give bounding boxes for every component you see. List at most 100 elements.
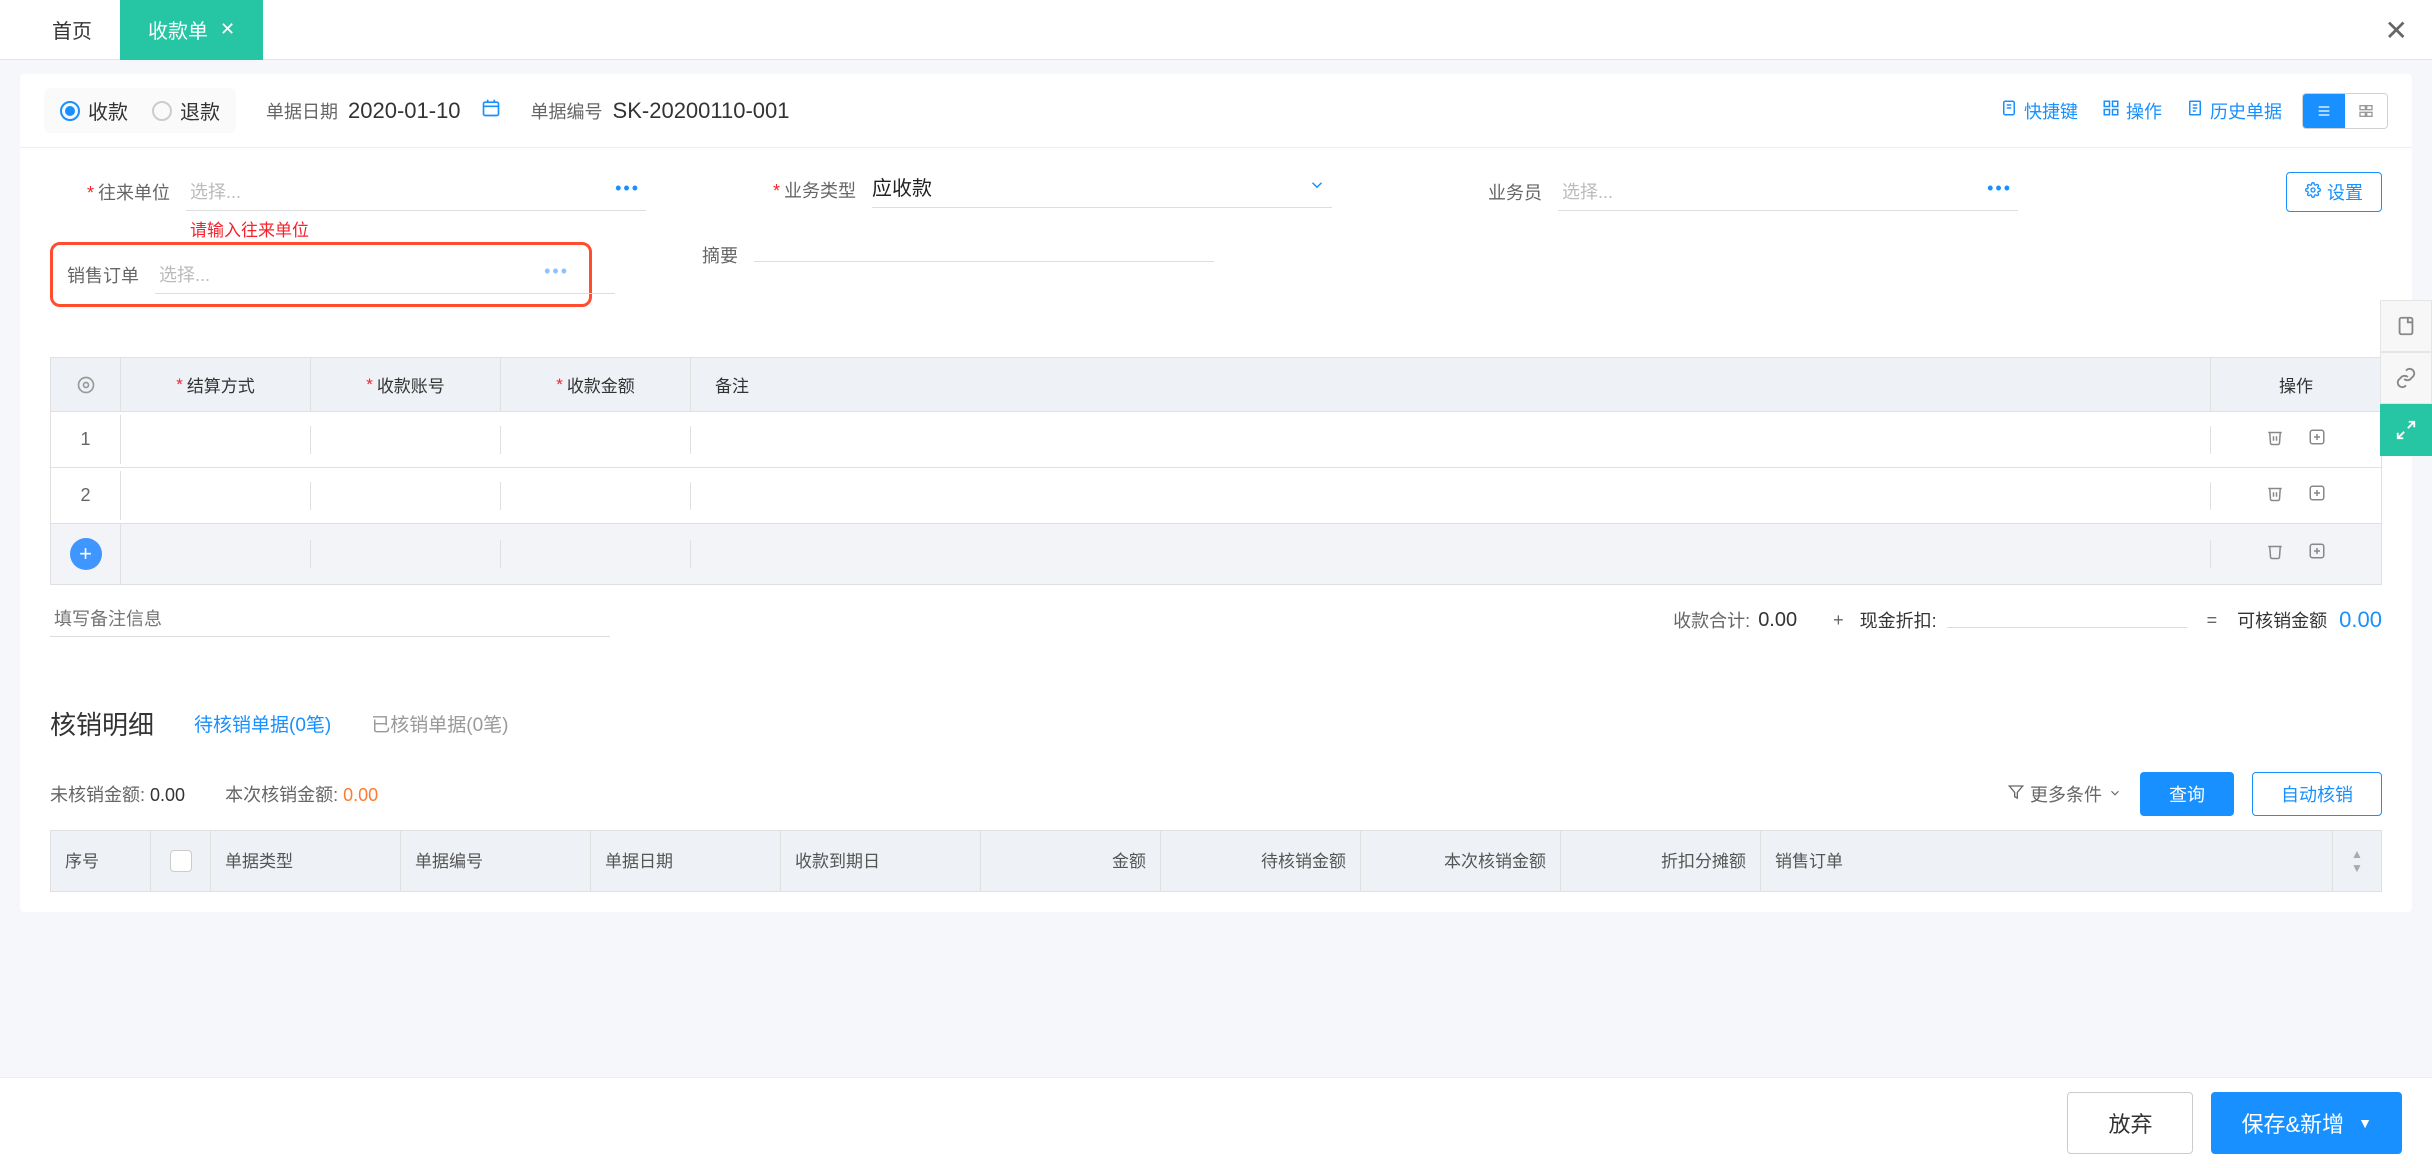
col-settle-method: 结算方式 xyxy=(187,372,255,397)
biztype-value: 应收款 xyxy=(872,178,932,200)
calendar-icon[interactable] xyxy=(481,98,501,124)
radio-receive[interactable]: 收款 xyxy=(60,96,128,125)
tab-pending-writeoff[interactable]: 待核销单据(0笔) xyxy=(194,710,331,737)
cash-discount-label: 现金折扣: xyxy=(1860,607,1937,633)
grid-icon xyxy=(2102,99,2120,122)
bottom-bar: 放弃 保存&新增 ▼ xyxy=(0,1077,2432,1168)
dock-link-icon[interactable] xyxy=(2380,352,2432,404)
side-dock xyxy=(2380,300,2432,456)
save-and-new-button[interactable]: 保存&新增 ▼ xyxy=(2211,1092,2402,1154)
cell-account[interactable] xyxy=(311,482,501,510)
header-row: 收款 退款 单据日期 2020-01-10 单据编号 SK-20200110-0… xyxy=(20,74,2412,148)
auto-writeoff-button[interactable]: 自动核销 xyxy=(2252,772,2382,816)
trash-icon[interactable] xyxy=(2266,484,2284,508)
trash-icon[interactable] xyxy=(2266,542,2284,566)
view-toggle xyxy=(2302,93,2388,129)
col-pending-writeoff: 待核销金额 xyxy=(1161,831,1361,891)
cell-remark[interactable] xyxy=(691,426,2211,454)
dock-print-icon[interactable] xyxy=(2380,300,2432,352)
main-content: 收款 退款 单据日期 2020-01-10 单据编号 SK-20200110-0… xyxy=(20,74,2412,912)
unwriteoff-value: 0.00 xyxy=(150,785,185,805)
biztype-select[interactable]: 应收款 xyxy=(872,172,1332,208)
cell-settle[interactable] xyxy=(121,426,311,454)
tab-done-writeoff[interactable]: 已核销单据(0笔) xyxy=(371,710,508,737)
table-row: 2 xyxy=(51,467,2381,523)
col-operate: 操作 xyxy=(2279,372,2313,397)
col-sales-order: 销售订单 xyxy=(1761,831,2333,891)
settings-button[interactable]: 设置 xyxy=(2286,172,2382,212)
col-index: 序号 xyxy=(51,831,151,891)
toolbar-shortcut[interactable]: 快捷键 xyxy=(2000,98,2078,124)
close-icon[interactable]: ✕ xyxy=(220,19,235,40)
equals-sign: = xyxy=(2207,610,2218,631)
tab-receipt-label: 收款单 xyxy=(148,15,208,44)
cell-settle[interactable] xyxy=(121,482,311,510)
add-row-icon[interactable] xyxy=(2308,484,2326,508)
summary-line: 收款合计: 0.00 + 现金折扣: = 可核销金额 0.00 xyxy=(20,585,2412,665)
salesman-label: 业务员 xyxy=(1488,183,1542,203)
salesman-input[interactable]: 选择... xyxy=(1558,172,2018,211)
cash-discount-input[interactable] xyxy=(1947,612,2187,628)
doc-no-label: 单据编号 xyxy=(531,98,603,124)
trash-icon[interactable] xyxy=(2266,428,2284,452)
col-amount: 收款金额 xyxy=(567,372,635,397)
writeoff-table: 序号 单据类型 单据编号 单据日期 收款到期日 金额 待核销金额 本次核销金额 … xyxy=(50,830,2382,892)
ellipsis-icon[interactable]: ••• xyxy=(1987,178,2012,199)
writeoff-title: 核销明细 xyxy=(50,705,154,742)
table-footer-row: + xyxy=(51,523,2381,584)
sales-order-label: 销售订单 xyxy=(67,266,139,286)
cancel-button[interactable]: 放弃 xyxy=(2067,1092,2193,1154)
receipt-total-value: 0.00 xyxy=(1758,609,1797,632)
select-all-checkbox[interactable] xyxy=(170,850,192,872)
partner-label: 往来单位 xyxy=(98,183,170,203)
ellipsis-icon[interactable]: ••• xyxy=(544,261,569,282)
dock-expand-icon[interactable] xyxy=(2380,404,2432,456)
doc-date-value[interactable]: 2020-01-10 xyxy=(348,98,461,124)
add-row-icon[interactable] xyxy=(2308,542,2326,566)
this-writeoff-value: 0.00 xyxy=(343,785,378,805)
ellipsis-icon[interactable]: ••• xyxy=(615,178,640,199)
sales-order-highlight: 销售订单 选择... ••• xyxy=(50,242,592,307)
add-row-icon[interactable] xyxy=(2308,428,2326,452)
unwriteoff-label: 未核销金额: xyxy=(50,785,145,805)
toolbar-history[interactable]: 历史单据 xyxy=(2186,98,2282,124)
tab-home[interactable]: 首页 xyxy=(24,0,120,60)
radio-refund[interactable]: 退款 xyxy=(152,96,220,125)
col-this-writeoff: 本次核销金额 xyxy=(1361,831,1561,891)
table-row: 1 xyxy=(51,411,2381,467)
cell-remark[interactable] xyxy=(691,482,2211,510)
this-writeoff-label: 本次核销金额: xyxy=(225,785,338,805)
col-doc-date: 单据日期 xyxy=(591,831,781,891)
cell-amount[interactable] xyxy=(501,426,691,454)
summary-input[interactable] xyxy=(754,249,1214,262)
toolbar-operate[interactable]: 操作 xyxy=(2102,98,2162,124)
summary-label: 摘要 xyxy=(702,246,738,266)
query-button[interactable]: 查询 xyxy=(2140,772,2234,816)
writeoff-amount-value: 0.00 xyxy=(2339,607,2382,633)
more-conditions[interactable]: 更多条件 xyxy=(2008,781,2122,807)
col-account: 收款账号 xyxy=(377,372,445,397)
view-list-icon[interactable] xyxy=(2303,94,2345,128)
col-due-date: 收款到期日 xyxy=(781,831,981,891)
cell-amount[interactable] xyxy=(501,482,691,510)
doc-date-label: 单据日期 xyxy=(266,98,338,124)
table-settings-icon[interactable] xyxy=(51,358,121,411)
view-card-icon[interactable] xyxy=(2345,94,2387,128)
col-amount: 金额 xyxy=(981,831,1161,891)
add-row-button[interactable]: + xyxy=(70,538,102,570)
col-remark: 备注 xyxy=(715,372,749,397)
sort-icon[interactable]: ▲▼ xyxy=(2333,831,2381,891)
tab-receipt[interactable]: 收款单 ✕ xyxy=(120,0,263,60)
top-tabs: 首页 收款单 ✕ ✕ xyxy=(0,0,2432,60)
col-discount-alloc: 折扣分摊额 xyxy=(1561,831,1761,891)
payment-table: *结算方式 *收款账号 *收款金额 备注 操作 1 2 xyxy=(50,357,2382,585)
filter-icon xyxy=(2008,784,2024,805)
partner-input[interactable]: 选择... xyxy=(186,172,646,211)
remark-input[interactable] xyxy=(50,603,610,637)
col-doc-type: 单据类型 xyxy=(211,831,401,891)
chevron-down-icon xyxy=(2108,784,2122,805)
cell-account[interactable] xyxy=(311,426,501,454)
radio-refund-label: 退款 xyxy=(180,96,220,125)
receipt-total-label: 收款合计: xyxy=(1673,607,1750,633)
page-close-icon[interactable]: ✕ xyxy=(2385,14,2408,47)
